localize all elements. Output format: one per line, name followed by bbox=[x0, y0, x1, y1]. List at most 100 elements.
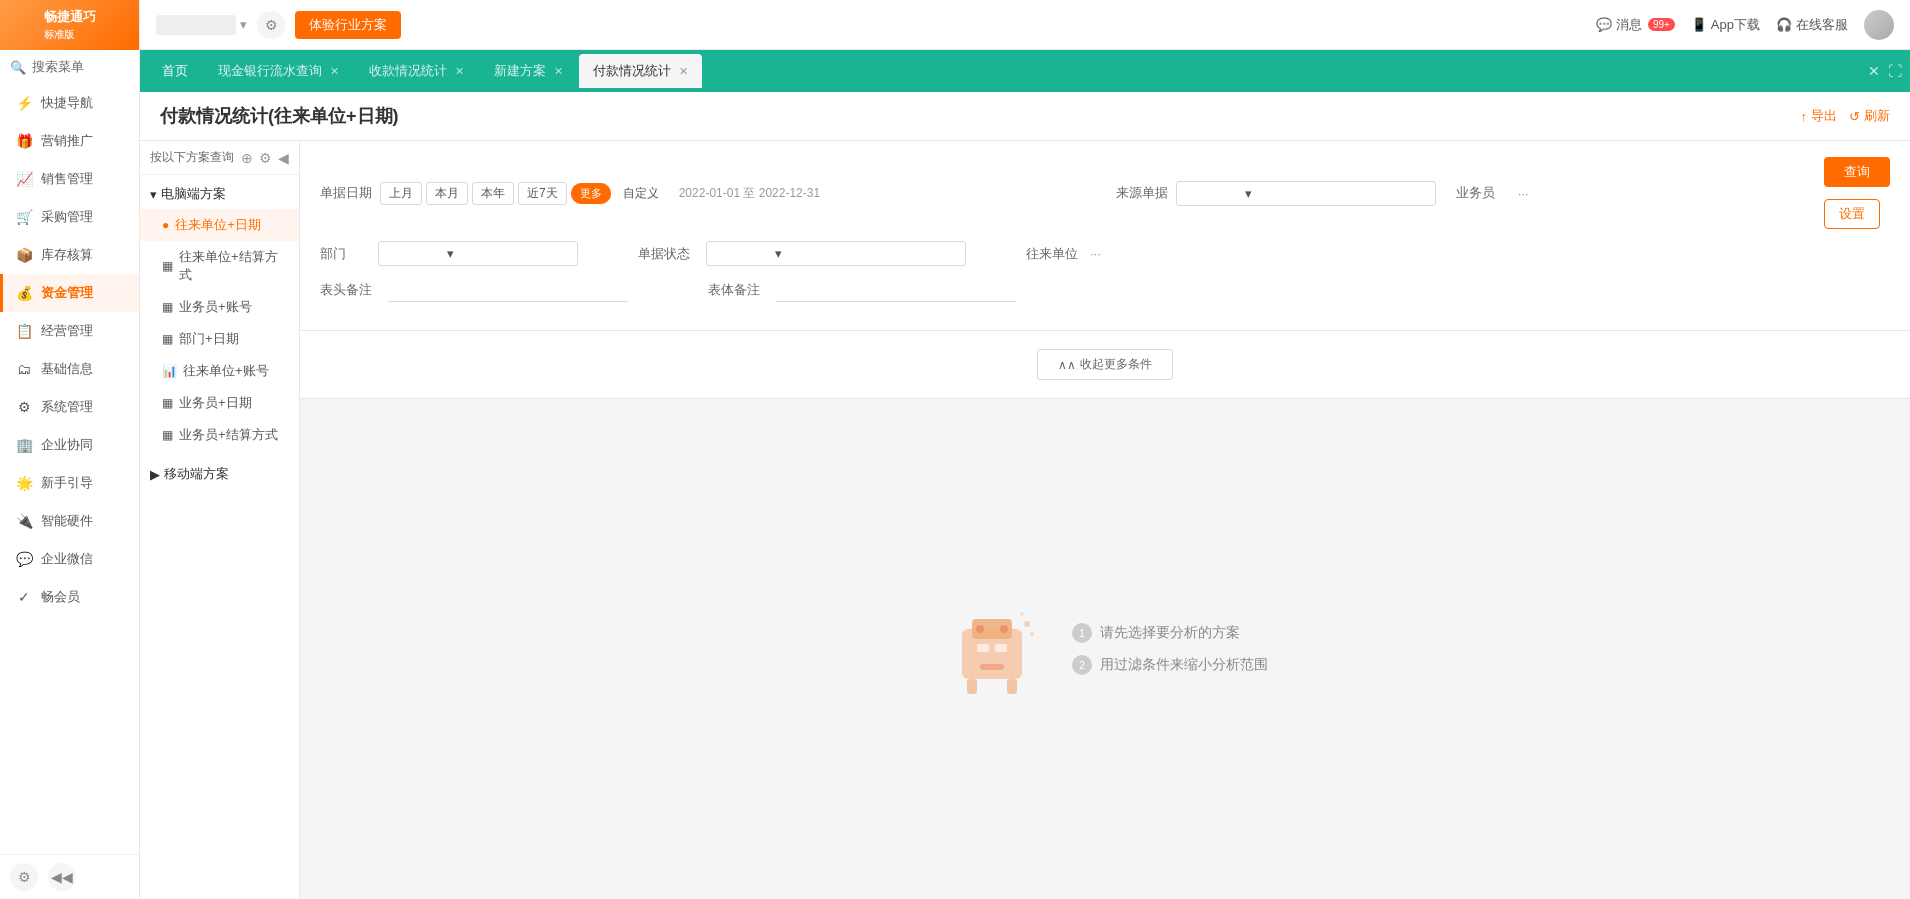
app-download-label: App下载 bbox=[1711, 16, 1760, 34]
sidebar-item-purchase[interactable]: 🛒 采购管理 bbox=[0, 198, 139, 236]
partner-select-btn[interactable]: ··· bbox=[1090, 246, 1101, 261]
search-menu[interactable]: 🔍 搜索菜单 bbox=[0, 50, 139, 84]
sidebar-settings-btn[interactable]: ⚙ bbox=[10, 863, 38, 891]
empty-step-2: 2 用过滤条件来缩小分析范围 bbox=[1072, 655, 1268, 675]
sidebar-label-operations: 经营管理 bbox=[41, 322, 93, 340]
sidebar-item-sales[interactable]: 📈 销售管理 bbox=[0, 160, 139, 198]
tab-new-scheme-close[interactable]: ✕ bbox=[554, 65, 563, 78]
user-dropdown-icon[interactable]: ▾ bbox=[240, 17, 247, 32]
header-settings-btn[interactable]: ⚙ bbox=[257, 11, 285, 39]
tab-payment-close[interactable]: ✕ bbox=[679, 65, 688, 78]
tab-cash-flow-close[interactable]: ✕ bbox=[330, 65, 339, 78]
scheme-item-salesman-settlement[interactable]: ▦ 业务员+结算方式 bbox=[140, 419, 299, 451]
date-btn-this-month[interactable]: 本月 bbox=[426, 182, 468, 205]
step-circle-1: 1 bbox=[1072, 623, 1092, 643]
search-label: 搜索菜单 bbox=[32, 58, 84, 76]
export-btn[interactable]: ↑ 导出 bbox=[1801, 107, 1838, 125]
head-note-field: 表头备注 bbox=[320, 278, 628, 302]
scheme-actions: ⊕ ⚙ ◀ bbox=[241, 150, 289, 166]
scheme-item-dept-date[interactable]: ▦ 部门+日期 bbox=[140, 323, 299, 355]
download-icon: 📱 bbox=[1691, 17, 1707, 32]
refresh-icon: ↺ bbox=[1849, 109, 1860, 124]
query-btn[interactable]: 查询 bbox=[1824, 157, 1890, 187]
sidebar-item-hardware[interactable]: 🔌 智能硬件 bbox=[0, 502, 139, 540]
sidebar-collapse-btn[interactable]: ◀◀ bbox=[48, 863, 76, 891]
sidebar-item-inventory[interactable]: 📦 库存核算 bbox=[0, 236, 139, 274]
sidebar-label-hardware: 智能硬件 bbox=[41, 512, 93, 530]
tabs-right-actions: ✕ ⛶ bbox=[1868, 63, 1902, 79]
expand-btn[interactable]: ⛶ bbox=[1888, 63, 1902, 79]
filter-row-2: 部门 ▾ 单据状态 ▾ bbox=[320, 241, 1890, 266]
app-download-btn[interactable]: 📱 App下载 bbox=[1691, 16, 1760, 34]
sidebar-item-operations[interactable]: 📋 经营管理 bbox=[0, 312, 139, 350]
sidebar-item-enterprise[interactable]: 🏢 企业协同 bbox=[0, 426, 139, 464]
date-btn-this-year[interactable]: 本年 bbox=[472, 182, 514, 205]
sidebar-item-system[interactable]: ⚙ 系统管理 bbox=[0, 388, 139, 426]
tab-payment[interactable]: 付款情况统计 ✕ bbox=[579, 54, 702, 88]
sidebar-label-inventory: 库存核算 bbox=[41, 246, 93, 264]
sidebar-item-shortcut[interactable]: ⚡ 快捷导航 bbox=[0, 84, 139, 122]
date-btn-last-month[interactable]: 上月 bbox=[380, 182, 422, 205]
inventory-icon: 📦 bbox=[15, 246, 33, 264]
tab-collection-label: 收款情况统计 bbox=[369, 62, 447, 80]
scheme-group-mobile-title[interactable]: ▶ 移动端方案 bbox=[140, 459, 299, 489]
scheme-collapse-btn[interactable]: ◀ bbox=[278, 150, 289, 166]
scheme-group-desktop: ▾ 电脑端方案 ● 往来单位+日期 ▦ 往来单位+结算方式 ▦ 业务员+账号 bbox=[140, 175, 299, 455]
service-icon: 🎧 bbox=[1776, 17, 1792, 32]
close-all-btn[interactable]: ✕ bbox=[1868, 63, 1880, 79]
doc-status-select[interactable]: ▾ bbox=[706, 241, 966, 266]
sales-icon: 📈 bbox=[15, 170, 33, 188]
sidebar-label-shortcut: 快捷导航 bbox=[41, 94, 93, 112]
sidebar-item-wechat[interactable]: 💬 企业微信 bbox=[0, 540, 139, 578]
step-circle-2: 2 bbox=[1072, 655, 1092, 675]
head-note-input[interactable] bbox=[388, 278, 628, 302]
salesman-label: 业务员 bbox=[1456, 184, 1506, 202]
salesman-select-btn[interactable]: ··· bbox=[1518, 186, 1529, 201]
message-btn[interactable]: 💬 消息 99+ bbox=[1596, 16, 1675, 34]
collapse-more-btn[interactable]: ∧∧ 收起更多条件 bbox=[1037, 349, 1173, 380]
dept-select-arrow: ▾ bbox=[447, 246, 454, 261]
scheme-item-salesman-account[interactable]: ▦ 业务员+账号 bbox=[140, 291, 299, 323]
operations-icon: 📋 bbox=[15, 322, 33, 340]
sidebar-item-finance[interactable]: 💰 资金管理 bbox=[0, 274, 139, 312]
body-note-input[interactable] bbox=[776, 278, 1016, 302]
scheme-add-btn[interactable]: ⊕ bbox=[241, 150, 253, 166]
trial-btn[interactable]: 体验行业方案 bbox=[295, 11, 401, 39]
scheme-item-partner-date[interactable]: ● 往来单位+日期 bbox=[140, 209, 299, 241]
scheme-item-partner-settlement[interactable]: ▦ 往来单位+结算方式 bbox=[140, 241, 299, 291]
online-service-btn[interactable]: 🎧 在线客服 bbox=[1776, 16, 1848, 34]
scheme-item-label: 业务员+账号 bbox=[179, 298, 252, 316]
svg-point-10 bbox=[1030, 632, 1034, 636]
scheme-item-partner-account[interactable]: 📊 往来单位+账号 bbox=[140, 355, 299, 387]
scheme-settings-btn[interactable]: ⚙ bbox=[259, 150, 272, 166]
date-btn-7days[interactable]: 近7天 bbox=[518, 182, 567, 205]
settings-btn[interactable]: 设置 bbox=[1824, 199, 1880, 229]
tab-cash-flow[interactable]: 现金银行流水查询 ✕ bbox=[204, 54, 353, 88]
tab-new-scheme-label: 新建方案 bbox=[494, 62, 546, 80]
tab-bar: 首页 现金银行流水查询 ✕ 收款情况统计 ✕ 新建方案 ✕ 付款情况统计 ✕ ✕… bbox=[140, 50, 1910, 92]
dept-select[interactable]: ▾ bbox=[378, 241, 578, 266]
sidebar-item-guide[interactable]: 🌟 新手引导 bbox=[0, 464, 139, 502]
marketing-icon: 🎁 bbox=[15, 132, 33, 150]
sidebar-item-base[interactable]: 🗂 基础信息 bbox=[0, 350, 139, 388]
scheme-active-icon: ● bbox=[162, 218, 169, 232]
sidebar-label-base: 基础信息 bbox=[41, 360, 93, 378]
tab-home[interactable]: 首页 bbox=[148, 54, 202, 88]
source-select[interactable]: ▾ bbox=[1176, 181, 1436, 206]
tab-collection[interactable]: 收款情况统计 ✕ bbox=[355, 54, 478, 88]
user-avatar[interactable] bbox=[1864, 10, 1894, 40]
date-btn-more[interactable]: 更多 bbox=[571, 183, 611, 204]
sidebar-item-marketing[interactable]: 🎁 营销推广 bbox=[0, 122, 139, 160]
body-note-field: 表体备注 bbox=[708, 278, 1016, 302]
scheme-item-salesman-date[interactable]: ▦ 业务员+日期 bbox=[140, 387, 299, 419]
sidebar-item-member[interactable]: ✓ 畅会员 bbox=[0, 578, 139, 616]
export-icon: ↑ bbox=[1801, 109, 1808, 124]
export-label: 导出 bbox=[1811, 107, 1837, 125]
scheme-group-desktop-title[interactable]: ▾ 电脑端方案 bbox=[140, 179, 299, 209]
refresh-btn[interactable]: ↺ 刷新 bbox=[1849, 107, 1890, 125]
date-btn-custom[interactable]: 自定义 bbox=[615, 183, 667, 204]
scheme-group-mobile: ▶ 移动端方案 bbox=[140, 455, 299, 493]
doc-status-arrow: ▾ bbox=[775, 246, 782, 261]
tab-new-scheme[interactable]: 新建方案 ✕ bbox=[480, 54, 577, 88]
tab-collection-close[interactable]: ✕ bbox=[455, 65, 464, 78]
